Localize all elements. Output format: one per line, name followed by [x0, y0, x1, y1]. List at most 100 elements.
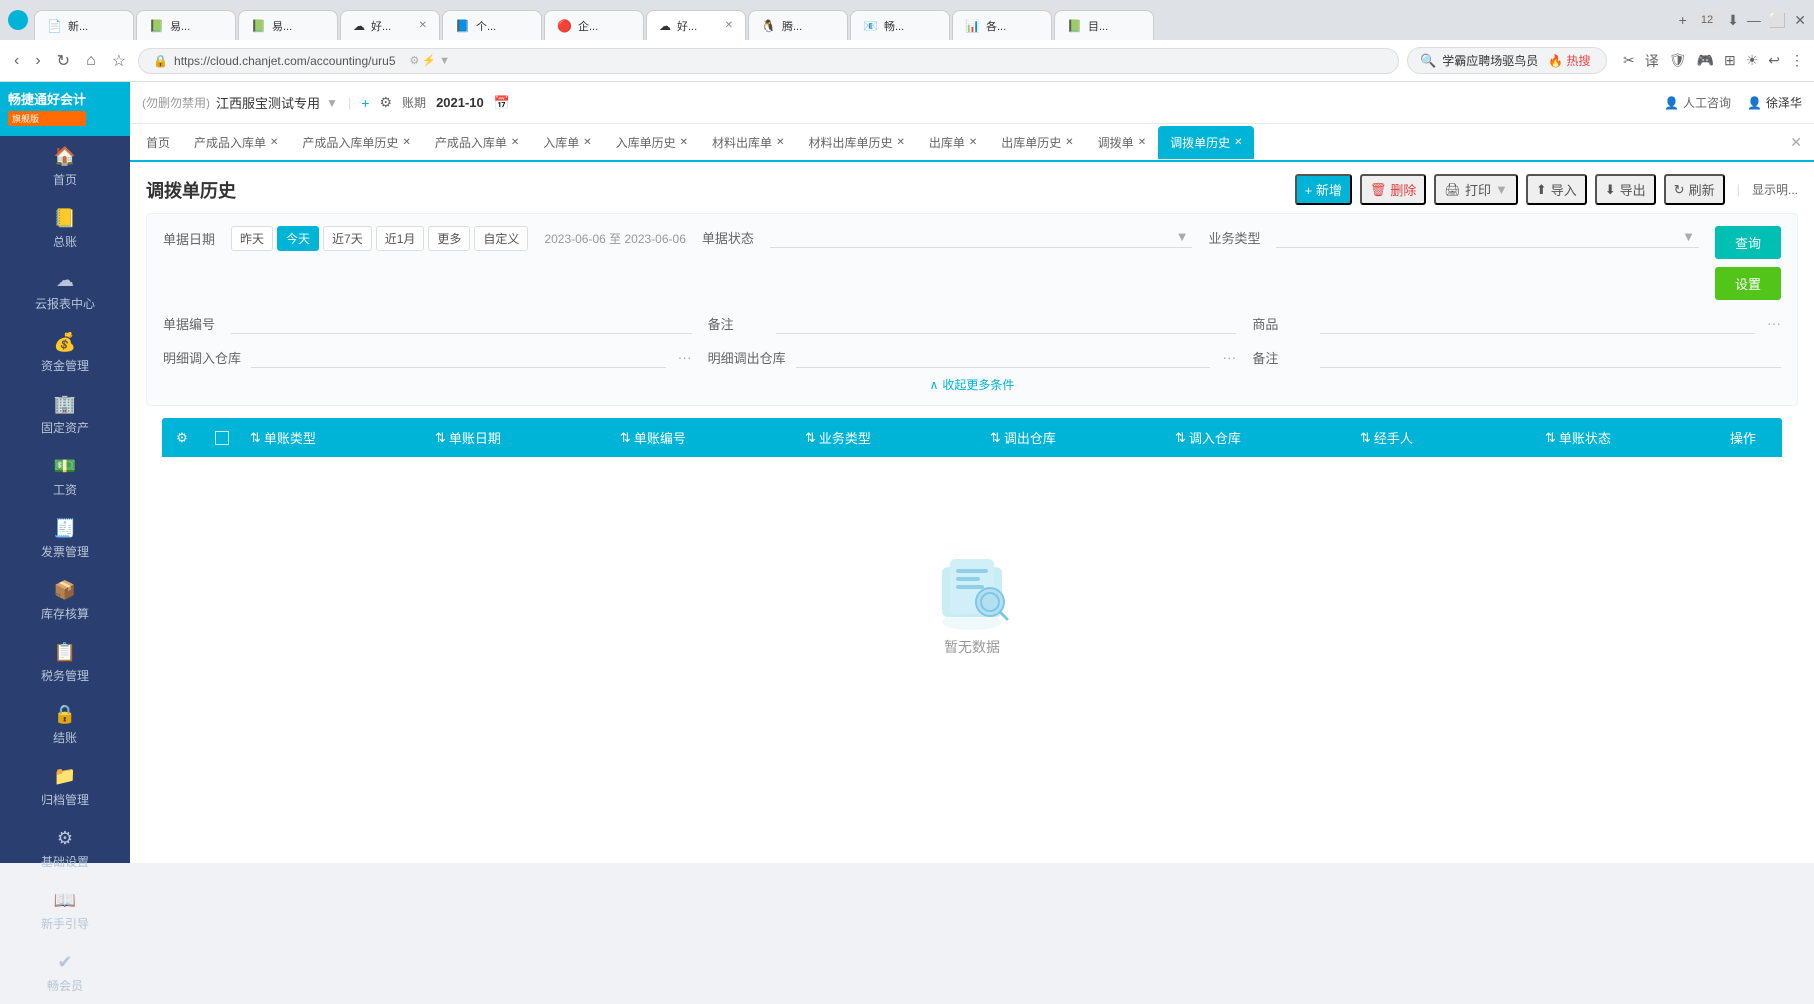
remark-input[interactable]	[776, 312, 1237, 334]
sidebar-item-inventory[interactable]: 📦库存核算	[0, 570, 130, 632]
brightness-icon[interactable]: ☀	[1746, 52, 1759, 69]
status-select[interactable]: ▼	[770, 226, 1193, 248]
grid-icon[interactable]: ⊞	[1724, 52, 1736, 69]
sidebar-item-report[interactable]: ☁云报表中心	[0, 260, 130, 322]
date-btn-yesterday[interactable]: 昨天	[231, 226, 273, 251]
settings-icon[interactable]: ⚙	[379, 94, 392, 111]
select-all-checkbox[interactable]	[215, 431, 229, 445]
add-company-btn[interactable]: +	[361, 95, 369, 111]
user-button[interactable]: 👤 徐泽华	[1747, 94, 1802, 111]
sidebar-item-ledger[interactable]: 📒总账	[0, 198, 130, 260]
browser-tab-tab7[interactable]: ☁好...✕	[646, 10, 746, 40]
sidebar-item-archive[interactable]: 📁归档管理	[0, 756, 130, 818]
th-in-wh[interactable]: ⇅ 调入仓库	[1167, 418, 1352, 457]
browser-tab-tab4[interactable]: ☁好...✕	[340, 10, 440, 40]
th-biz[interactable]: ⇅ 业务类型	[797, 418, 982, 457]
search-bar[interactable]: 🔍 学霸应聘场驱鸟员 🔥 热搜	[1407, 47, 1607, 74]
sidebar-item-basic[interactable]: ⚙基础设置	[0, 818, 130, 880]
address-bar[interactable]: 🔒 https://cloud.chanjet.com/accounting/u…	[138, 48, 1399, 74]
new-tab-icon[interactable]: +	[1679, 12, 1687, 28]
page-tab-6[interactable]: 材料出库单 ✕	[700, 126, 796, 159]
th-check[interactable]	[202, 431, 242, 445]
page-tab-11[interactable]: 调拨单历史 ✕	[1158, 126, 1254, 159]
page-tab-close-8[interactable]: ✕	[969, 137, 977, 148]
browser-tab-tab8[interactable]: 🐧腾...	[748, 10, 848, 40]
display-button[interactable]: 显示明...	[1752, 181, 1798, 198]
sidebar-item-guide[interactable]: 📖新手引导	[0, 880, 130, 942]
date-btn-1month[interactable]: 近1月	[376, 226, 425, 251]
browser-tab-tab10[interactable]: 📊各...	[952, 10, 1052, 40]
delete-button[interactable]: 🗑 删除	[1360, 174, 1427, 205]
browser-tab-tab2[interactable]: 📗易...	[136, 10, 236, 40]
detail-in-input[interactable]	[251, 346, 666, 368]
print-button[interactable]: 🖨 打印 ▼	[1434, 174, 1517, 205]
query-button[interactable]: 查询	[1715, 226, 1781, 259]
th-no[interactable]: ⇅ 单账编号	[612, 418, 797, 457]
history-icon[interactable]: ↩	[1768, 52, 1780, 69]
browser-tab-tab6[interactable]: 🔴企...	[544, 10, 644, 40]
sidebar-item-home[interactable]: 🏠首页	[0, 136, 130, 198]
page-tab-close-9[interactable]: ✕	[1065, 137, 1073, 148]
biz-type-select[interactable]: ▼	[1276, 226, 1699, 248]
page-tab-0[interactable]: 首页	[134, 126, 182, 159]
shield-icon[interactable]: 🛡	[1669, 52, 1687, 69]
home-button[interactable]: ⌂	[82, 48, 100, 74]
date-btn-today[interactable]: 今天	[277, 226, 319, 251]
page-tab-9[interactable]: 出库单历史 ✕	[989, 126, 1085, 159]
detail-out-input[interactable]	[796, 346, 1211, 368]
new-button[interactable]: + 新增	[1295, 174, 1352, 205]
sidebar-item-tax[interactable]: 📋税务管理	[0, 632, 130, 694]
export-button[interactable]: ⬇ 导出	[1595, 174, 1656, 205]
collapse-button[interactable]: ∧ 收起更多条件	[163, 376, 1781, 393]
date-btn-custom[interactable]: 自定义	[474, 226, 528, 251]
minimize-icon[interactable]: —	[1747, 12, 1761, 28]
detail-in-dots[interactable]: ···	[678, 349, 692, 365]
goods-dots[interactable]: ···	[1767, 315, 1781, 331]
close-all-tabs-icon[interactable]: ✕	[1782, 134, 1810, 151]
th-status[interactable]: ⇅ 单账状态	[1537, 418, 1722, 457]
sidebar-item-member[interactable]: ✔畅会员	[0, 942, 130, 1004]
th-handler[interactable]: ⇅ 经手人	[1352, 418, 1537, 457]
page-tab-10[interactable]: 调拨单 ✕	[1086, 126, 1158, 159]
date-btn-more[interactable]: 更多	[428, 226, 470, 251]
page-tab-8[interactable]: 出库单 ✕	[917, 126, 989, 159]
page-tab-3[interactable]: 产成品入库单 ✕	[423, 126, 531, 159]
page-tab-close-10[interactable]: ✕	[1138, 137, 1146, 148]
th-date[interactable]: ⇅ 单账日期	[427, 418, 612, 457]
goods-input[interactable]	[1320, 312, 1755, 334]
browser-tab-tab11[interactable]: 📗目...	[1054, 10, 1154, 40]
browser-tab-tab1[interactable]: 📄新...	[34, 10, 134, 40]
refresh-button[interactable]: ↻ 刷新	[1664, 174, 1725, 205]
cut-icon[interactable]: ✂	[1623, 52, 1635, 69]
back-button[interactable]: ‹	[10, 48, 23, 74]
th-gear[interactable]: ⚙	[162, 430, 202, 446]
page-tab-7[interactable]: 材料出库单历史 ✕	[796, 126, 916, 159]
sidebar-item-assets[interactable]: 🏢固定资产	[0, 384, 130, 446]
translate-icon[interactable]: 译	[1645, 51, 1659, 71]
browser-tab-tab5[interactable]: 📘个...	[442, 10, 542, 40]
date-btn-7days[interactable]: 近7天	[323, 226, 372, 251]
calendar-icon[interactable]: 📅	[494, 95, 510, 111]
import-button[interactable]: ⬆ 导入	[1526, 174, 1587, 205]
tab-close-icon[interactable]: ✕	[419, 20, 427, 31]
sidebar-item-wage[interactable]: 💵工资	[0, 446, 130, 508]
remark2-input[interactable]	[1320, 346, 1781, 368]
page-tab-1[interactable]: 产成品入库单 ✕	[182, 126, 290, 159]
th-out-wh[interactable]: ⇅ 调出仓库	[982, 418, 1167, 457]
page-tab-close-2[interactable]: ✕	[402, 137, 410, 148]
page-tab-4[interactable]: 入库单 ✕	[531, 126, 603, 159]
sidebar-item-close[interactable]: 🔒结账	[0, 694, 130, 756]
sidebar-item-capital[interactable]: 💰资金管理	[0, 322, 130, 384]
page-tab-close-5[interactable]: ✕	[680, 137, 688, 148]
forward-button[interactable]: ›	[31, 48, 44, 74]
downloads-icon[interactable]: ⬇	[1727, 12, 1739, 29]
page-tab-2[interactable]: 产成品入库单历史 ✕	[290, 126, 422, 159]
company-selector[interactable]: (勿删勿禁用) 江西服宝测试专用 ▼	[142, 93, 338, 112]
close-icon[interactable]: ✕	[1794, 12, 1806, 29]
settings-button[interactable]: 设置	[1715, 267, 1781, 300]
maximize-icon[interactable]: ⬜	[1769, 12, 1786, 29]
sidebar-item-invoice[interactable]: 🧾发票管理	[0, 508, 130, 570]
tab-close-icon[interactable]: ✕	[725, 20, 733, 31]
docno-input[interactable]	[231, 312, 692, 334]
page-tab-close-3[interactable]: ✕	[511, 137, 519, 148]
